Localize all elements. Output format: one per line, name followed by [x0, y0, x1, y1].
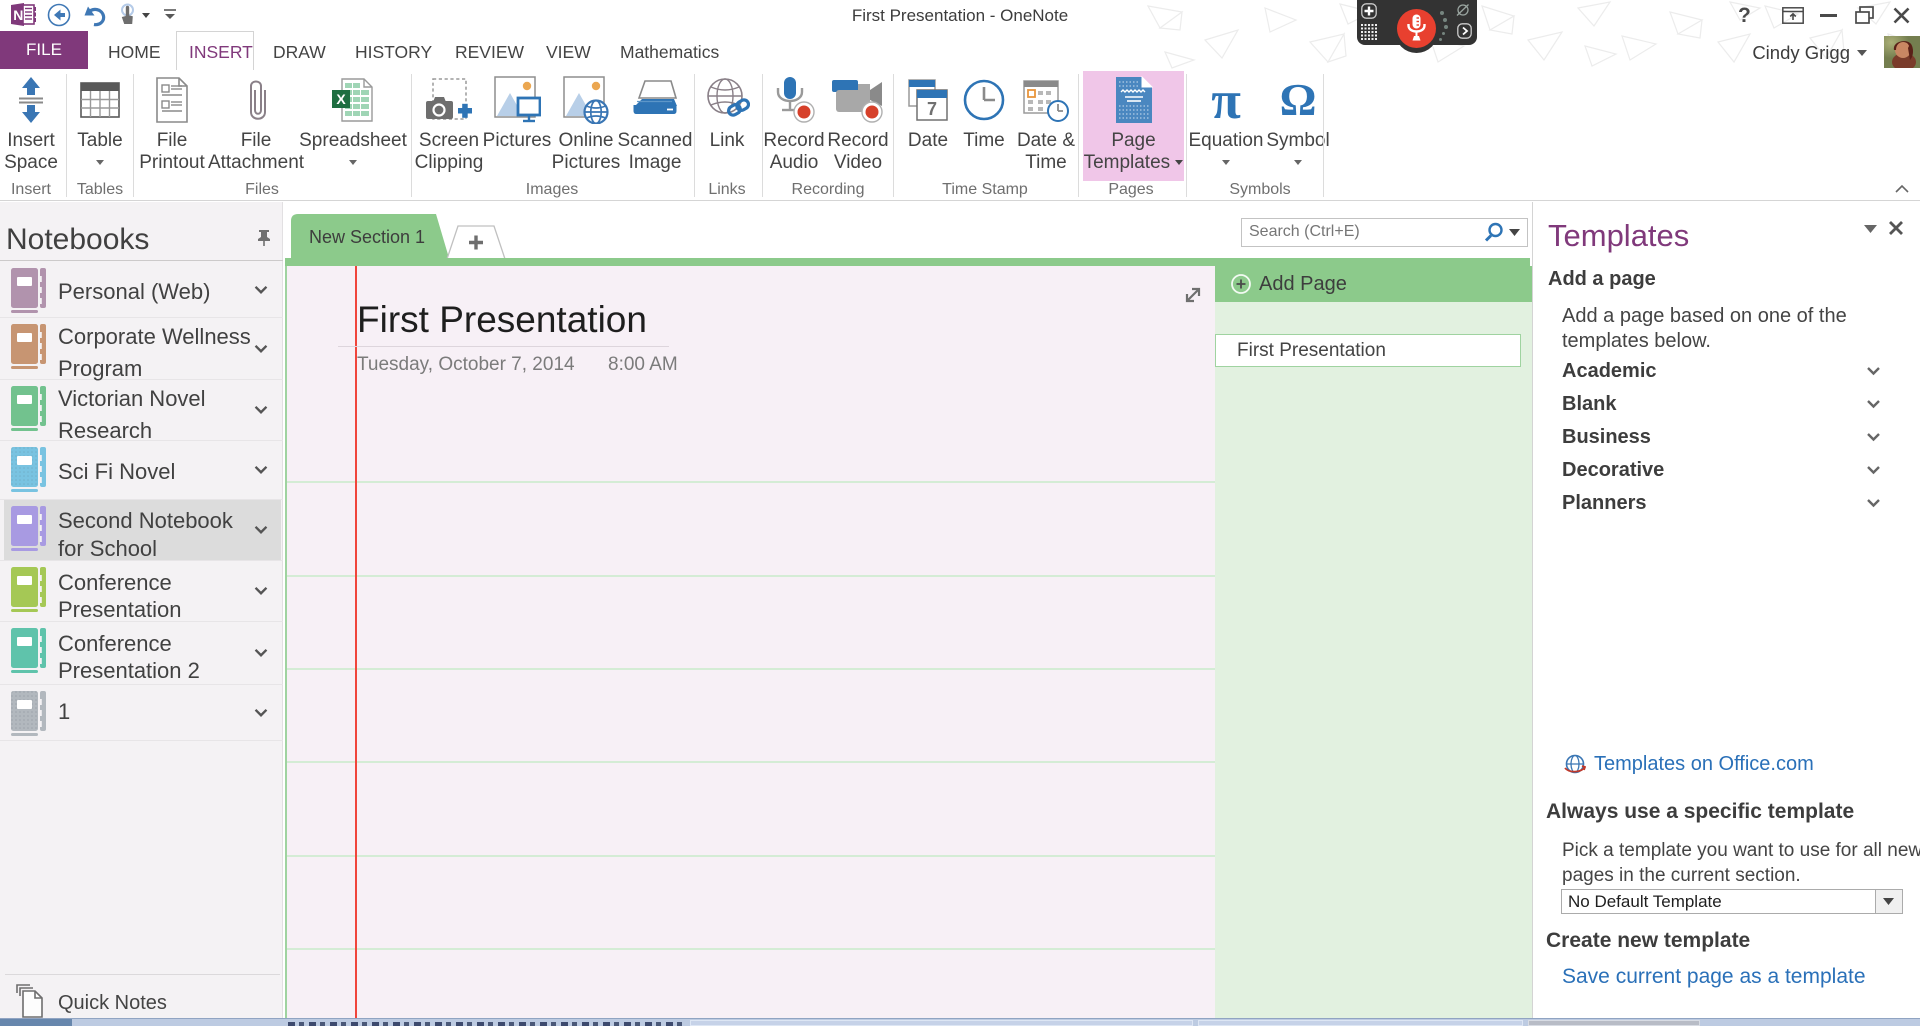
svg-text:7: 7: [927, 99, 937, 119]
svg-text:X: X: [336, 91, 346, 107]
svg-text:N: N: [13, 7, 23, 23]
